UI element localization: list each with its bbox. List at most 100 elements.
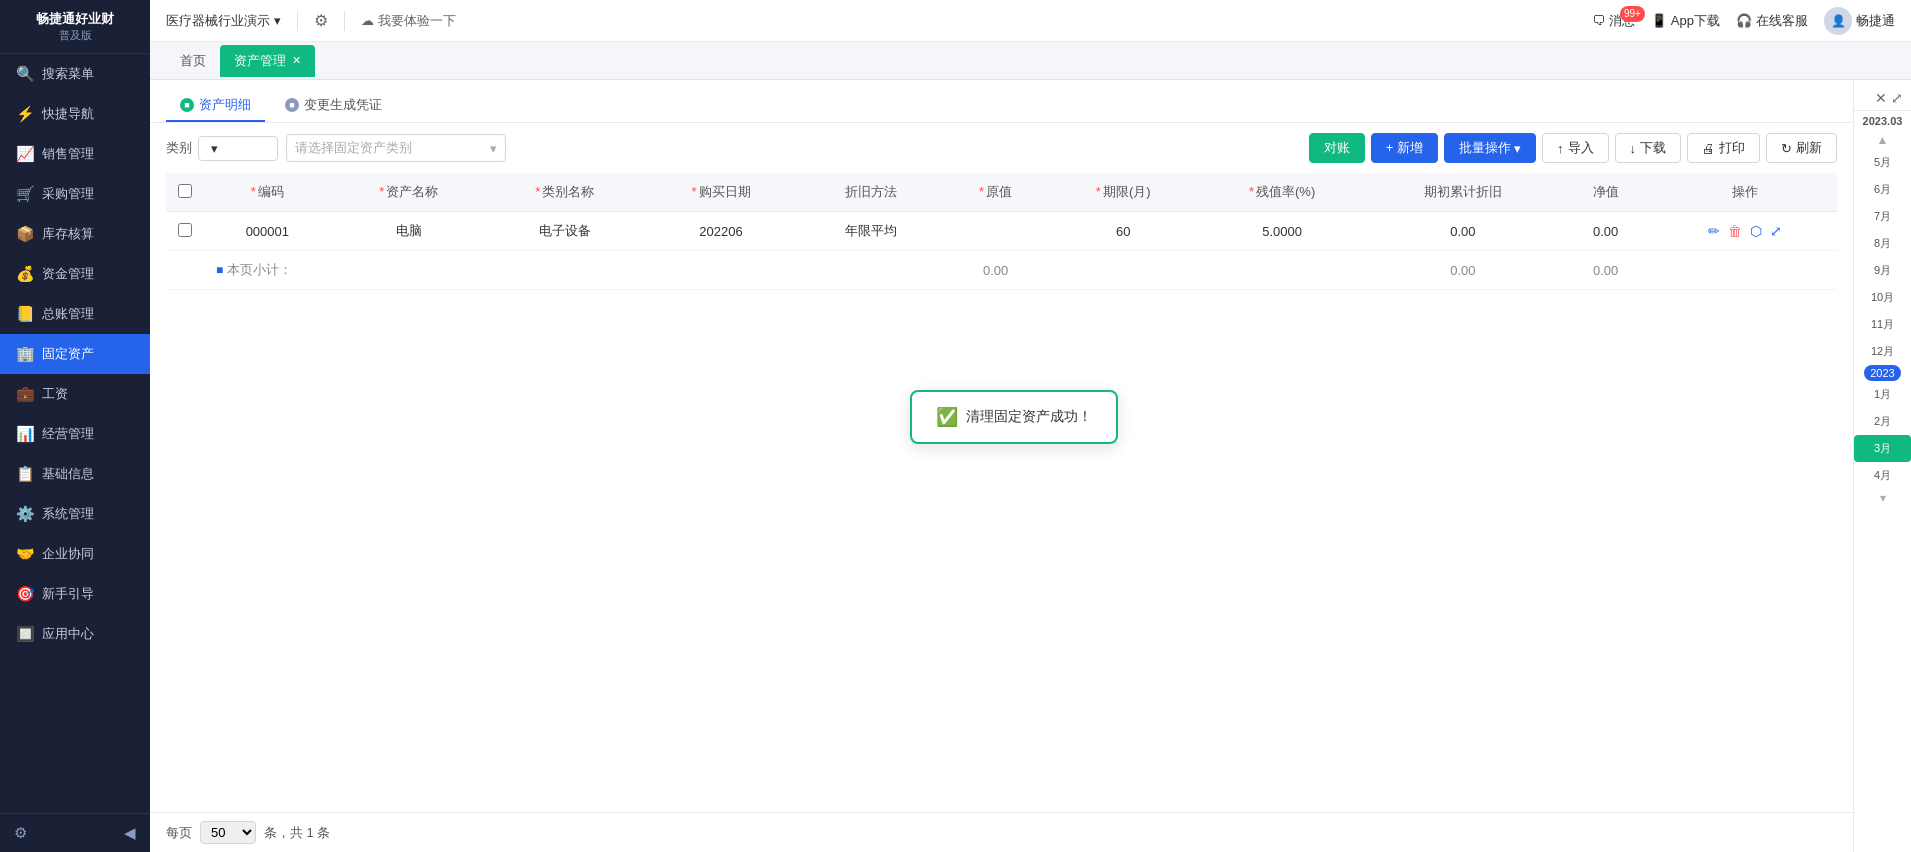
sidebar-item-quick-nav[interactable]: ⚡ 快捷导航 <box>0 94 150 134</box>
print-icon: 🖨 <box>1702 141 1715 156</box>
sidebar-item-enterprise[interactable]: 🤝 企业协同 <box>0 534 150 574</box>
sub-tabs: ■ 资产明细 ■ 变更生成凭证 <box>150 80 1853 123</box>
sidebar-item-system[interactable]: ⚙️ 系统管理 <box>0 494 150 534</box>
inventory-icon: 📦 <box>16 225 34 243</box>
app-edition: 普及版 <box>59 28 92 43</box>
sub-tab-asset-detail[interactable]: ■ 资产明细 <box>166 90 265 122</box>
sidebar-item-basic-info[interactable]: 📋 基础信息 <box>0 454 150 494</box>
topbar-divider2 <box>344 11 345 31</box>
table-row: 000001 电脑 电子设备 202206 年限平均 60 5.0000 0.0… <box>166 212 1837 251</box>
sidebar-item-label: 企业协同 <box>42 545 94 563</box>
batch-btn-label: 批量操作 <box>1459 139 1511 157</box>
print-btn[interactable]: 🖨 打印 <box>1687 133 1760 163</box>
topbar-right: 🗨 消息 99+ 📱 App下载 🎧 在线客服 👤 畅捷通 <box>1592 7 1895 35</box>
month-5[interactable]: 5月 <box>1854 149 1911 176</box>
more-icon[interactable]: ⤢ <box>1770 223 1782 239</box>
subtotal-initial-accum: 0.00 <box>1367 251 1559 290</box>
sidebar-item-inventory[interactable]: 📦 库存核算 <box>0 214 150 254</box>
select-all-checkbox[interactable] <box>178 184 192 198</box>
sub-tab-voucher[interactable]: ■ 变更生成凭证 <box>271 90 396 122</box>
cell-depreciation: 年限平均 <box>799 212 942 251</box>
month-1[interactable]: 1月 <box>1854 381 1911 408</box>
settings-gear-icon[interactable]: ⚙ <box>314 11 328 30</box>
print-btn-label: 打印 <box>1719 139 1745 157</box>
cell-category: 电子设备 <box>487 212 643 251</box>
settings-icon[interactable]: ⚙ <box>14 824 27 842</box>
col-category: *类别名称 <box>487 173 643 212</box>
sidebar-item-label: 系统管理 <box>42 505 94 523</box>
subtotal-net-value: 0.00 <box>1559 251 1653 290</box>
batch-btn[interactable]: 批量操作 ▾ <box>1444 133 1536 163</box>
download-btn[interactable]: ↓ 下载 <box>1615 133 1682 163</box>
month-6[interactable]: 6月 <box>1854 176 1911 203</box>
year-badge[interactable]: 2023 <box>1864 365 1900 381</box>
toolbar-right: 对账 + 新增 批量操作 ▾ ↑ 导入 ↓ 下载 <box>1309 133 1837 163</box>
refresh-btn[interactable]: ↻ 刷新 <box>1766 133 1837 163</box>
cell-net-value: 0.00 <box>1559 212 1653 251</box>
col-net-value: 净值 <box>1559 173 1653 212</box>
sidebar-item-payroll[interactable]: 💼 工资 <box>0 374 150 414</box>
app-download-btn[interactable]: 📱 App下载 <box>1651 12 1720 30</box>
nav-up-icon[interactable]: ▲ <box>1875 131 1891 149</box>
asset-category-select[interactable]: 请选择固定资产类别 ▾ <box>286 134 506 162</box>
online-service-btn[interactable]: 🎧 在线客服 <box>1736 12 1808 30</box>
edit-icon[interactable]: ✏ <box>1708 223 1720 239</box>
basic-info-icon: 📋 <box>16 465 34 483</box>
month-3-current[interactable]: 3月 <box>1854 435 1911 462</box>
notification-badge: 99+ <box>1620 6 1645 22</box>
total-label: 条，共 1 条 <box>264 824 330 842</box>
month-12[interactable]: 12月 <box>1854 338 1911 365</box>
refresh-btn-label: 刷新 <box>1796 139 1822 157</box>
month-2[interactable]: 2月 <box>1854 408 1911 435</box>
chevron-down-icon: ▾ <box>211 141 218 156</box>
company-selector[interactable]: 医疗器械行业演示 ▾ <box>166 12 281 30</box>
app-name: 畅捷通好业财 <box>36 10 114 28</box>
sidebar-item-sales[interactable]: 📈 销售管理 <box>0 134 150 174</box>
sidebar-item-label: 采购管理 <box>42 185 94 203</box>
month-4[interactable]: 4月 <box>1854 462 1911 489</box>
row-checkbox[interactable] <box>178 223 192 237</box>
per-page-select[interactable]: 50 100 200 <box>200 821 256 844</box>
experience-btn[interactable]: ☁ 我要体验一下 <box>361 12 456 30</box>
sidebar-item-search[interactable]: 🔍 搜索菜单 <box>0 54 150 94</box>
service-label: 在线客服 <box>1756 12 1808 30</box>
toast-message: 清理固定资产成功！ <box>966 408 1092 426</box>
sidebar: 畅捷通好业财 普及版 🔍 搜索菜单 ⚡ 快捷导航 📈 销售管理 🛒 采购管理 📦… <box>0 0 150 852</box>
username: 畅捷通 <box>1856 12 1895 30</box>
sidebar-item-purchase[interactable]: 🛒 采购管理 <box>0 174 150 214</box>
sidebar-item-ledger[interactable]: 📒 总账管理 <box>0 294 150 334</box>
col-depreciation: 折旧方法 <box>799 173 942 212</box>
account-btn[interactable]: 对账 <box>1309 133 1365 163</box>
panel-expand-icon[interactable]: ⤢ <box>1891 90 1903 106</box>
sidebar-item-fixed-assets[interactable]: 🏢 固定资产 <box>0 334 150 374</box>
sidebar-item-guide[interactable]: 🎯 新手引导 <box>0 574 150 614</box>
sidebar-item-label: 工资 <box>42 385 68 403</box>
funds-icon: 💰 <box>16 265 34 283</box>
asset-table-wrap: *编码 *资产名称 *类别名称 *购买日期 折旧方法 *原值 *期限(月) *残… <box>150 173 1853 812</box>
month-10[interactable]: 10月 <box>1854 284 1911 311</box>
chevron-down-icon: ▾ <box>274 13 281 28</box>
refresh-icon: ↻ <box>1781 141 1792 156</box>
sidebar-item-ops[interactable]: 📊 经营管理 <box>0 414 150 454</box>
delete-icon[interactable]: 🗑 <box>1728 223 1742 239</box>
sidebar-item-funds[interactable]: 💰 资金管理 <box>0 254 150 294</box>
category-select[interactable]: ▾ <box>198 136 278 161</box>
collapse-icon[interactable]: ◀ <box>124 824 136 842</box>
notification-btn[interactable]: 🗨 消息 99+ <box>1592 12 1635 30</box>
nav-down-icon[interactable]: ▾ <box>1878 489 1888 507</box>
month-9[interactable]: 9月 <box>1854 257 1911 284</box>
tab-home[interactable]: 首页 <box>166 45 220 77</box>
sidebar-item-label: 新手引导 <box>42 585 94 603</box>
month-11[interactable]: 11月 <box>1854 311 1911 338</box>
month-8[interactable]: 8月 <box>1854 230 1911 257</box>
tab-asset-management[interactable]: 资产管理 ✕ <box>220 45 315 77</box>
new-btn[interactable]: + 新增 <box>1371 133 1438 163</box>
panel-close-icon[interactable]: ✕ <box>1875 90 1887 106</box>
tab-close-icon[interactable]: ✕ <box>292 54 301 67</box>
per-page-label: 每页 <box>166 824 192 842</box>
export-btn[interactable]: ↑ 导入 <box>1542 133 1609 163</box>
user-profile[interactable]: 👤 畅捷通 <box>1824 7 1895 35</box>
copy-icon[interactable]: ⬡ <box>1750 223 1762 239</box>
month-7[interactable]: 7月 <box>1854 203 1911 230</box>
sidebar-item-app-center[interactable]: 🔲 应用中心 <box>0 614 150 654</box>
